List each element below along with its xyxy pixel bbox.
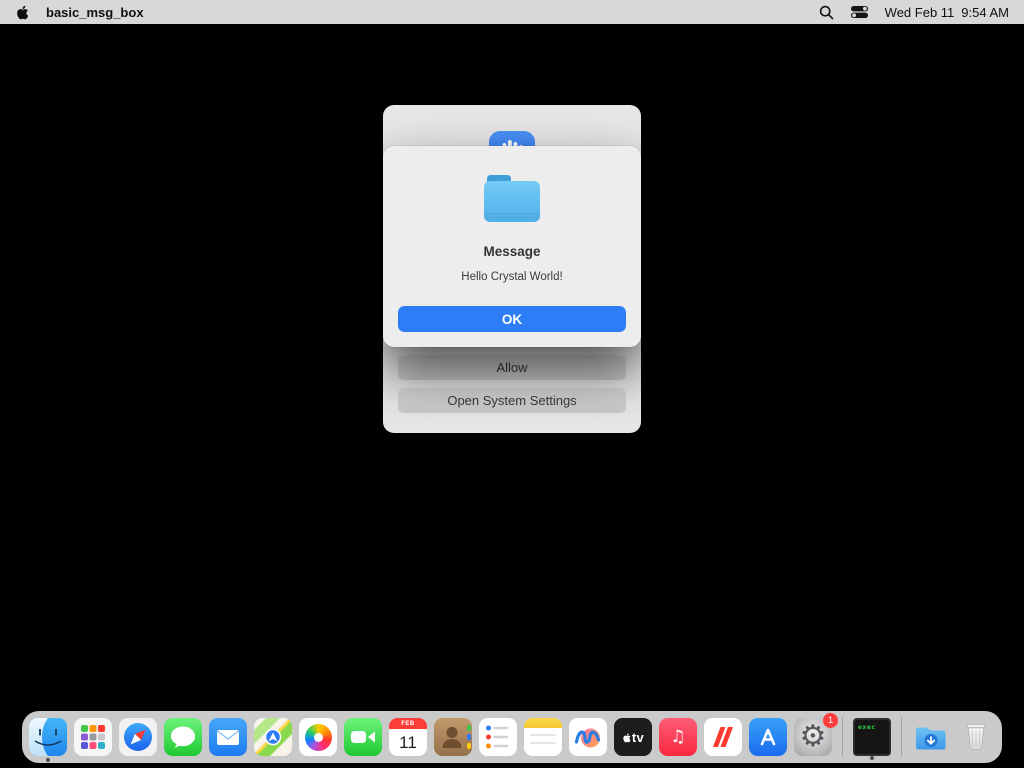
menu-bar: basic_msg_box Wed Feb 11 9:54 AM <box>0 0 1024 24</box>
notification-badge: 1 <box>823 713 838 728</box>
exec-label: exec <box>858 723 876 731</box>
apple-menu[interactable] <box>15 4 29 20</box>
dock-item-calendar[interactable]: FEB 11 <box>389 718 427 756</box>
dock: FEB 11 tv ♫ ⚙ 1 exec <box>22 711 1002 763</box>
ok-button[interactable]: OK <box>398 306 626 332</box>
menu-bar-clock[interactable]: Wed Feb 11 9:54 AM <box>885 5 1009 20</box>
dock-item-apple-tv[interactable]: tv <box>614 718 652 756</box>
control-center-icon <box>850 6 868 18</box>
dock-item-messages[interactable] <box>164 718 202 756</box>
dialog-title: Message <box>483 244 541 259</box>
dock-item-exec-terminal[interactable]: exec <box>853 718 891 760</box>
dock-item-freeform[interactable] <box>569 718 607 756</box>
music-note-icon: ♫ <box>670 727 686 747</box>
running-indicator-dot <box>870 756 874 760</box>
message-dialog-window: Message Hello Crystal World! OK <box>383 146 641 347</box>
dock-item-notes[interactable] <box>524 718 562 756</box>
apple-logo-icon <box>17 5 29 20</box>
dock-item-finder[interactable] <box>29 718 67 762</box>
dock-divider <box>842 717 843 757</box>
dock-item-trash[interactable] <box>957 718 995 756</box>
dock-item-system-settings[interactable]: ⚙ 1 <box>794 713 838 756</box>
blue-folder-icon <box>484 175 540 222</box>
apple-tv-label: tv <box>631 729 645 745</box>
running-indicator-dot <box>46 758 50 762</box>
dock-item-reminders[interactable] <box>479 718 517 756</box>
dock-item-news[interactable] <box>704 718 742 756</box>
dock-item-contacts[interactable] <box>434 718 472 756</box>
notes-header-strip <box>524 718 562 728</box>
dock-item-downloads[interactable] <box>912 718 950 756</box>
dock-item-photos[interactable] <box>299 718 337 756</box>
desktop: basic_msg_box Wed Feb 11 9:54 AM Allow O… <box>0 0 1024 768</box>
control-center-button[interactable] <box>850 6 868 18</box>
dock-item-maps[interactable] <box>254 718 292 756</box>
active-app-menu[interactable]: basic_msg_box <box>46 5 144 20</box>
apple-logo-small-icon <box>623 732 631 742</box>
search-icon <box>819 5 833 19</box>
dock-item-launchpad[interactable] <box>74 718 112 756</box>
allow-button[interactable]: Allow <box>398 355 626 380</box>
calendar-month-label: FEB <box>389 718 427 729</box>
dock-item-facetime[interactable] <box>344 718 382 756</box>
dock-divider <box>901 717 902 757</box>
dialog-message: Hello Crystal World! <box>461 271 563 283</box>
spotlight-search-button[interactable] <box>819 5 834 20</box>
calendar-day-label: 11 <box>399 732 417 752</box>
open-system-settings-button[interactable]: Open System Settings <box>398 388 626 413</box>
photos-pinwheel-icon <box>304 723 332 751</box>
dock-item-mail[interactable] <box>209 718 247 756</box>
dock-item-safari[interactable] <box>119 718 157 756</box>
dock-item-app-store[interactable] <box>749 718 787 756</box>
menu-bar-time: 9:54 AM <box>961 4 1009 20</box>
menu-bar-date: Wed Feb 11 <box>884 4 955 20</box>
dock-item-music[interactable]: ♫ <box>659 718 697 756</box>
gear-icon: ⚙ <box>799 719 827 754</box>
